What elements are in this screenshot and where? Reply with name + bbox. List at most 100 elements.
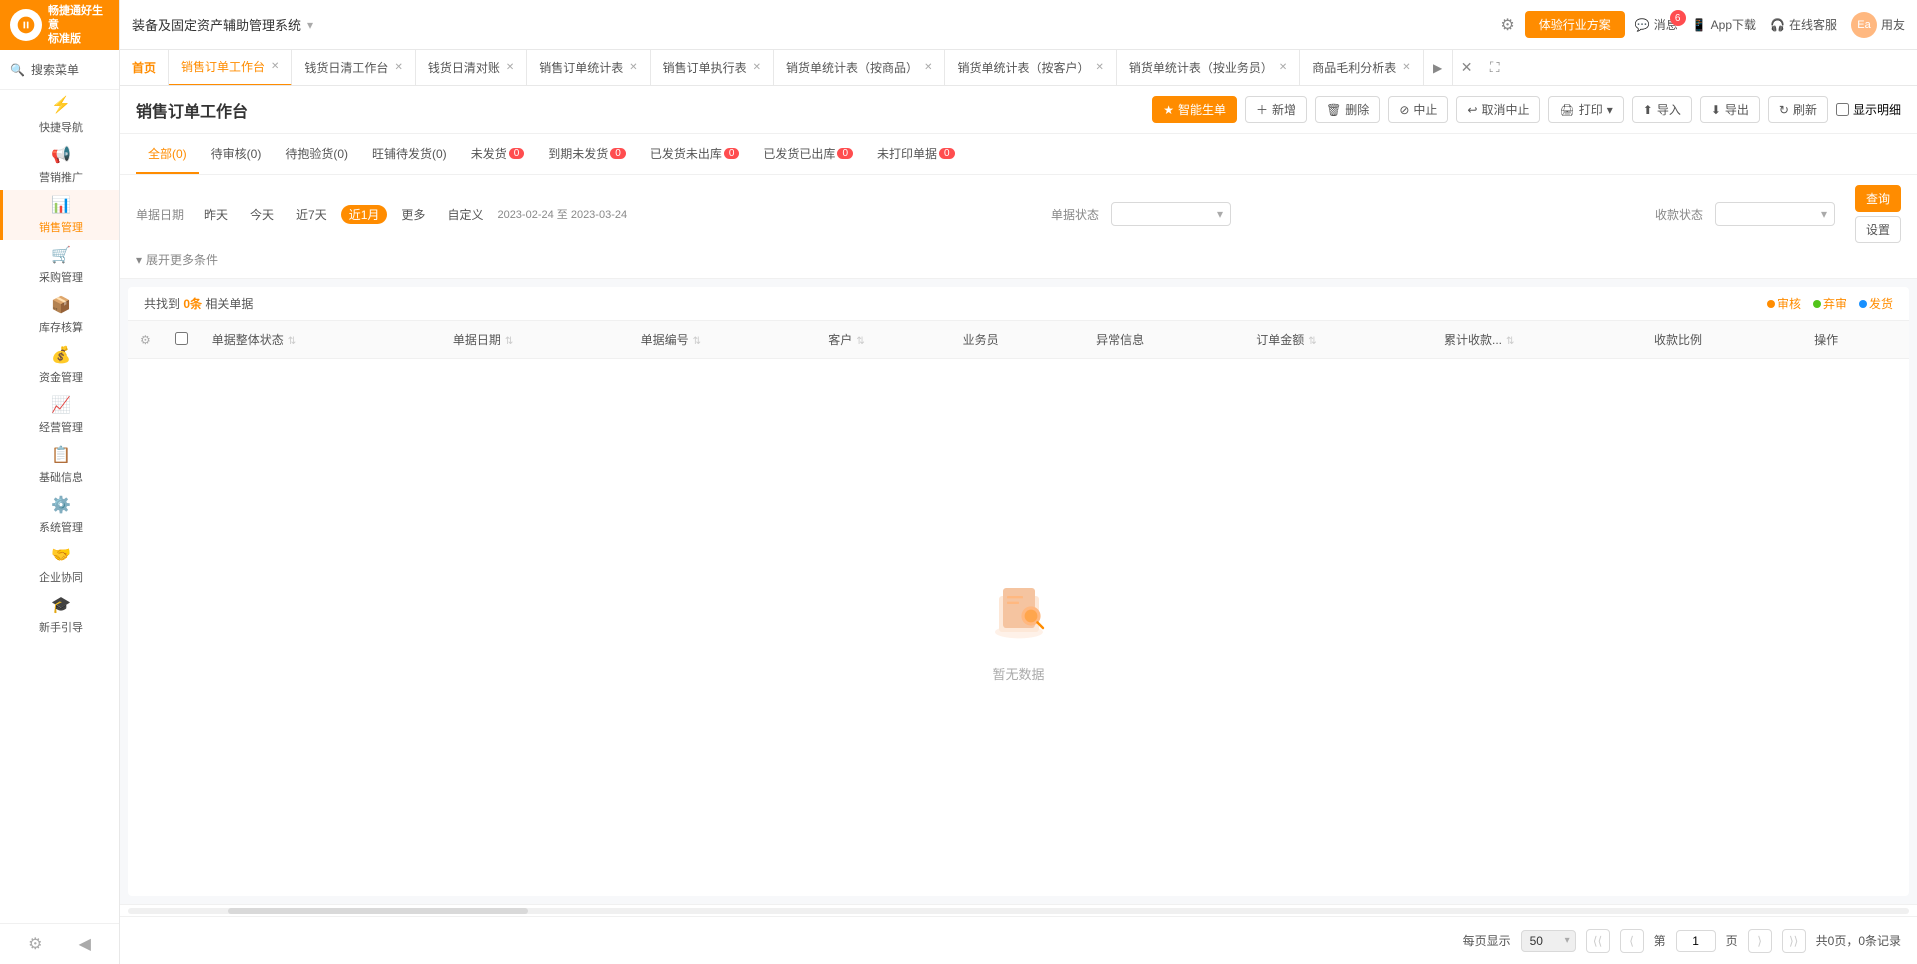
message-button[interactable]: 💬 消息 6 [1635, 16, 1678, 33]
tab-home[interactable]: 首页 [120, 50, 169, 86]
close-tab-margin-analysis[interactable]: ✕ [1402, 62, 1410, 73]
not-delivered-badge: 0 [509, 148, 525, 159]
query-button[interactable]: 查询 [1855, 185, 1901, 212]
last-page-button[interactable]: ⟩⟩ [1782, 929, 1806, 953]
payment-select[interactable] [1715, 202, 1835, 226]
sidebar-item-enterprise[interactable]: 🤝 企业协同 [0, 540, 119, 590]
sidebar-item-finance[interactable]: 💰 资金管理 [0, 340, 119, 390]
review-action-button[interactable]: 审核 [1767, 295, 1801, 312]
sub-tab-all[interactable]: 全部(0) [136, 134, 199, 174]
tab-sales-execute[interactable]: 销售订单执行表 ✕ [651, 50, 774, 86]
close-tab-sales-staff-stats[interactable]: ✕ [1279, 62, 1287, 73]
solution-button[interactable]: 体验行业方案 [1525, 11, 1625, 38]
sort-icon[interactable]: ⇅ [856, 336, 864, 347]
smart-generate-button[interactable]: ★ 智能生单 [1152, 96, 1237, 123]
close-tab-sales-stats[interactable]: ✕ [629, 62, 637, 73]
tab-sales-stats[interactable]: 销售订单统计表 ✕ [527, 50, 650, 86]
tab-more-button[interactable]: ▶ [1424, 50, 1452, 86]
sub-tab-overdue[interactable]: 到期未发货 0 [536, 134, 638, 174]
sidebar-item-system[interactable]: ⚙️ 系统管理 [0, 490, 119, 540]
sidebar-item-sales[interactable]: 📊 销售管理 [0, 190, 119, 240]
sub-tab-pending-inspect[interactable]: 待抱验货(0) [273, 134, 360, 174]
sidebar-item-purchase[interactable]: 🛒 采购管理 [0, 240, 119, 290]
close-tab-sales-workbench[interactable]: ✕ [271, 61, 279, 72]
date-btn-7days[interactable]: 近7天 [288, 204, 335, 225]
next-page-button[interactable]: ⟩ [1748, 929, 1772, 953]
sidebar-item-marketing[interactable]: 📢 营销推广 [0, 140, 119, 190]
refresh-button[interactable]: ↻ 刷新 [1768, 96, 1828, 123]
sidebar-item-guide[interactable]: 🎓 新手引导 [0, 590, 119, 640]
horizontal-scrollbar[interactable] [120, 904, 1917, 916]
close-tab-sales-product-stats[interactable]: ✕ [924, 62, 932, 73]
stop-button[interactable]: ⊘ 中止 [1388, 96, 1448, 123]
scrollbar-track[interactable] [128, 908, 1909, 914]
date-btn-custom[interactable]: 自定义 [439, 204, 491, 225]
app-download-button[interactable]: 📱 App下载 [1692, 16, 1756, 33]
guide-icon: 🎓 [51, 595, 71, 615]
sub-tab-pending-review[interactable]: 待审核(0) [199, 134, 274, 174]
sidebar-item-quick-nav[interactable]: ⚡ 快捷导航 [0, 90, 119, 140]
user-menu[interactable]: Ea 用友 [1851, 12, 1905, 38]
sidebar-item-operation[interactable]: 📈 经营管理 [0, 390, 119, 440]
sub-tab-not-printed[interactable]: 未打印单据 0 [865, 134, 967, 174]
select-all-checkbox[interactable] [175, 332, 188, 345]
filter-settings-button[interactable]: 设置 [1855, 216, 1901, 243]
tab-sales-staff-stats[interactable]: 销货单统计表（按业务员） ✕ [1117, 50, 1300, 86]
chevron-down-icon: ▾ [136, 253, 142, 267]
delete-button[interactable]: 🗑 删除 [1315, 96, 1380, 123]
table-setting-header[interactable]: ⚙ [128, 321, 163, 359]
tab-cash-reconcile[interactable]: 钱货日清对账 ✕ [416, 50, 527, 86]
select-all-header[interactable] [163, 321, 200, 359]
export-button[interactable]: ⬇ 导出 [1700, 96, 1760, 123]
sub-tab-not-delivered[interactable]: 未发货 0 [459, 134, 537, 174]
print-button[interactable]: 🖨 打印 ▾ [1548, 96, 1623, 123]
maximize-button[interactable]: ⛶ [1481, 50, 1509, 86]
deliver-action-button[interactable]: 发货 [1859, 295, 1893, 312]
sidebar-item-basic-info[interactable]: 📋 基础信息 [0, 440, 119, 490]
online-service-button[interactable]: 🎧 在线客服 [1770, 16, 1837, 33]
close-all-tabs-button[interactable]: ✕ [1453, 50, 1481, 86]
sidebar-item-inventory[interactable]: 📦 库存核算 [0, 290, 119, 340]
enterprise-icon: 🤝 [51, 545, 71, 565]
tab-sales-workbench[interactable]: 销售订单工作台 ✕ [169, 50, 292, 86]
date-btn-1month[interactable]: 近1月 [341, 205, 388, 224]
sub-tab-delivered-not-out[interactable]: 已发货未出库 0 [638, 134, 752, 174]
tab-sales-product-stats[interactable]: 销货单统计表（按商品） ✕ [774, 50, 945, 86]
date-btn-yesterday[interactable]: 昨天 [196, 204, 236, 225]
topbar-gear-icon[interactable]: ⚙ [1500, 15, 1514, 35]
close-tab-sales-execute[interactable]: ✕ [753, 62, 761, 73]
date-range-display: 2023-02-24 至 2023-03-24 [497, 206, 627, 222]
close-tab-sales-customer-stats[interactable]: ✕ [1095, 62, 1103, 73]
prev-page-button[interactable]: ⟨ [1620, 929, 1644, 953]
page-input[interactable] [1676, 930, 1716, 952]
add-button[interactable]: ＋ 新增 [1245, 96, 1307, 123]
sidebar-settings-btn[interactable]: ⚙ [28, 934, 42, 954]
inventory-icon: 📦 [51, 295, 71, 315]
sidebar-search[interactable]: 🔍 搜索菜单 [0, 50, 119, 90]
import-button[interactable]: ⬆ 导入 [1632, 96, 1692, 123]
close-tab-cash-reconcile[interactable]: ✕ [506, 62, 514, 73]
first-page-button[interactable]: ⟨⟨ [1586, 929, 1610, 953]
cancel-action-button[interactable]: 弃审 [1813, 295, 1847, 312]
cancel-stop-button[interactable]: ↩ 取消中止 [1456, 96, 1540, 123]
sidebar-collapse-btn[interactable]: ◀ [79, 934, 91, 954]
close-tab-cash-daily[interactable]: ✕ [394, 62, 402, 73]
sort-icon[interactable]: ⇅ [505, 336, 513, 347]
show-detail-label[interactable]: 显示明细 [1836, 101, 1901, 118]
sort-icon[interactable]: ⇅ [693, 336, 701, 347]
sort-icon[interactable]: ⇅ [288, 336, 296, 347]
tab-margin-analysis[interactable]: 商品毛利分析表 ✕ [1300, 50, 1423, 86]
expand-filter-button[interactable]: ▾ 展开更多条件 [136, 251, 1901, 268]
date-btn-more[interactable]: 更多 [393, 204, 433, 225]
scrollbar-thumb[interactable] [228, 908, 528, 914]
page-size-select[interactable]: 50 10 20 100 [1521, 930, 1576, 952]
date-btn-today[interactable]: 今天 [242, 204, 282, 225]
show-detail-checkbox[interactable] [1836, 103, 1849, 116]
sort-icon[interactable]: ⇅ [1308, 336, 1316, 347]
sort-icon[interactable]: ⇅ [1506, 336, 1514, 347]
tab-sales-customer-stats[interactable]: 销货单统计表（按客户） ✕ [945, 50, 1116, 86]
sub-tab-wangpu-deliver[interactable]: 旺铺待发货(0) [360, 134, 459, 174]
tab-cash-daily[interactable]: 钱货日清工作台 ✕ [292, 50, 415, 86]
sub-tab-delivered-out[interactable]: 已发货已出库 0 [751, 134, 865, 174]
status-select[interactable] [1111, 202, 1231, 226]
